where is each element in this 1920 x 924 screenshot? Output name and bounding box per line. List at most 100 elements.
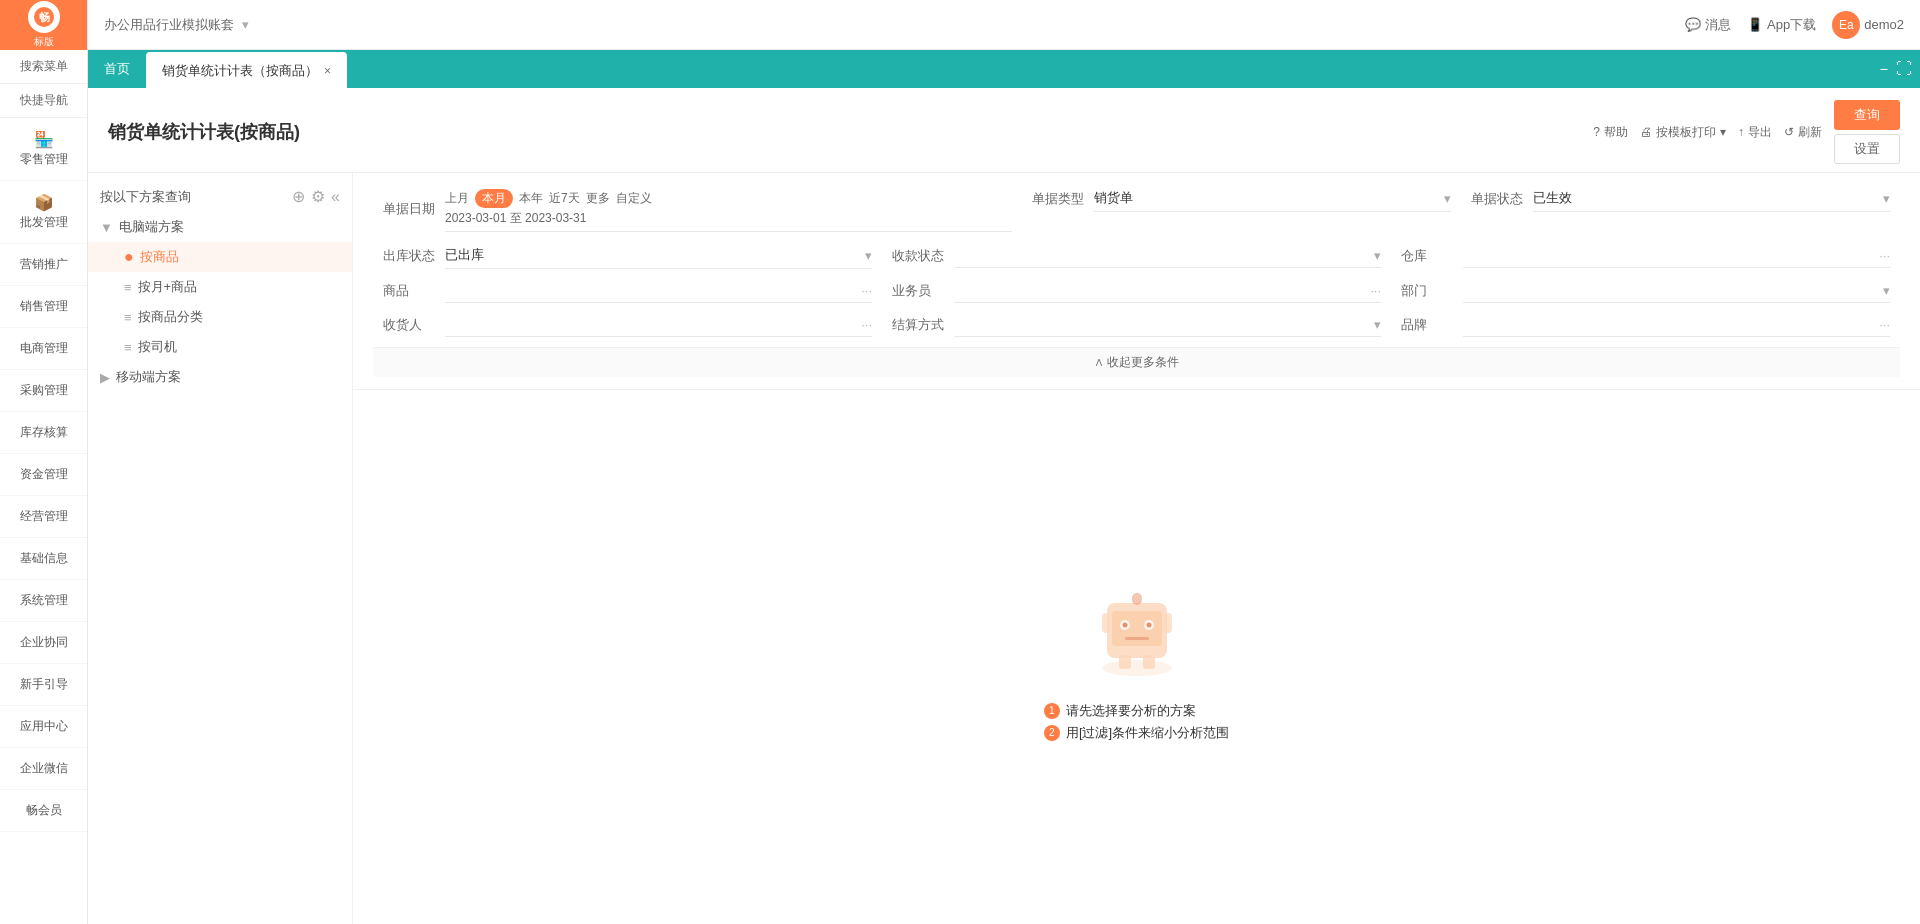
- query-button[interactable]: 查询: [1834, 100, 1900, 130]
- tab-bar-actions: － ⛶: [1876, 59, 1920, 80]
- nav-newbie-label: 新手引导: [4, 676, 83, 693]
- nav-marketing-label: 营销推广: [4, 256, 83, 273]
- date-option-more[interactable]: 更多: [586, 190, 610, 207]
- salesman-value[interactable]: ···: [954, 279, 1381, 303]
- tree-item-by-driver[interactable]: ≡ 按司机: [88, 332, 352, 362]
- tab-close-icon[interactable]: ×: [324, 64, 331, 78]
- settlement-chevron[interactable]: ▾: [1374, 317, 1381, 332]
- tree-mobile-group[interactable]: ▶ 移动端方案: [88, 362, 352, 392]
- dept-chevron[interactable]: ▾: [1883, 283, 1890, 298]
- nav-purchase-label: 采购管理: [4, 382, 83, 399]
- refresh-btn[interactable]: ↺ 刷新: [1784, 124, 1822, 141]
- nav-enterprise[interactable]: 企业协同: [0, 622, 87, 664]
- salesman-dots[interactable]: ···: [1370, 283, 1381, 298]
- nav-finance[interactable]: 资金管理: [0, 454, 87, 496]
- date-option-custom[interactable]: 自定义: [616, 190, 652, 207]
- tab-active[interactable]: 销货单统计计表（按商品） ×: [146, 52, 347, 90]
- tree-item-by-goods[interactable]: ● 按商品: [88, 242, 352, 272]
- goods-value[interactable]: ···: [445, 279, 872, 303]
- nav-retail[interactable]: 🏪 零售管理: [0, 118, 87, 181]
- date-option-7days[interactable]: 近7天: [549, 190, 580, 207]
- date-option-this-year[interactable]: 本年: [519, 190, 543, 207]
- top-header: 办公用品行业模拟账套 ▾ 💬 消息 📱 App下载 Ea demo2: [88, 0, 1920, 50]
- print-dropdown-icon[interactable]: ▾: [1720, 125, 1726, 139]
- nav-apps[interactable]: 应用中心: [0, 706, 87, 748]
- app-download-label: App下载: [1767, 16, 1816, 34]
- type-value[interactable]: 销货单 ▾: [1094, 185, 1451, 212]
- tree-category-icon: ≡: [124, 310, 132, 325]
- tree-pc-label: 电脑端方案: [119, 218, 184, 236]
- svg-point-8: [1146, 622, 1151, 627]
- print-btn[interactable]: 🖨 按模板打印 ▾: [1640, 124, 1726, 141]
- goods-dots[interactable]: ···: [861, 283, 872, 298]
- collapse-icon[interactable]: «: [331, 188, 340, 206]
- app-download-btn[interactable]: 📱 App下载: [1747, 16, 1816, 34]
- export-label: 导出: [1748, 124, 1772, 141]
- tree-pc-group[interactable]: ▼ 电脑端方案: [88, 212, 352, 242]
- svg-point-7: [1122, 622, 1127, 627]
- status-value[interactable]: 已生效 ▾: [1533, 185, 1890, 212]
- warehouse-value[interactable]: ···: [1463, 244, 1890, 268]
- help-btn[interactable]: ? 帮助: [1593, 124, 1628, 141]
- date-value: 上月 本月 本年 近7天 更多 自定义 2023-03-01 至 2023-03…: [445, 185, 1012, 232]
- receiver-value[interactable]: ···: [445, 313, 872, 337]
- help-label: 帮助: [1604, 124, 1628, 141]
- nav-member[interactable]: 畅会员: [0, 790, 87, 832]
- empty-tip-2: 2 用[过滤]条件来缩小分析范围: [1044, 724, 1229, 742]
- add-icon[interactable]: ⊕: [292, 187, 305, 206]
- refresh-icon: ↺: [1784, 125, 1794, 139]
- search-menu[interactable]: 搜索菜单: [0, 50, 87, 84]
- tree-item-by-month-goods[interactable]: ≡ 按月+商品: [88, 272, 352, 302]
- brand-value[interactable]: ···: [1463, 313, 1890, 337]
- tip-num-1: 1: [1044, 703, 1060, 719]
- date-option-this-month[interactable]: 本月: [475, 189, 513, 208]
- salesman-label: 业务员: [892, 282, 946, 300]
- export-btn[interactable]: ↑ 导出: [1738, 124, 1772, 141]
- message-btn[interactable]: 💬 消息: [1685, 16, 1731, 34]
- collapse-bar[interactable]: ∧ 收起更多条件: [373, 347, 1900, 377]
- receipt-status-chevron[interactable]: ▾: [1374, 248, 1381, 263]
- brand-dots[interactable]: ···: [1879, 317, 1890, 332]
- nav-stock[interactable]: 库存核算: [0, 412, 87, 454]
- settlement-filter: 结算方式 ▾: [882, 313, 1391, 337]
- tree-driver-icon: ≡: [124, 340, 132, 355]
- nav-newbie[interactable]: 新手引导: [0, 664, 87, 706]
- salesman-filter: 业务员 ···: [882, 279, 1391, 303]
- tree-item-by-category[interactable]: ≡ 按商品分类: [88, 302, 352, 332]
- dropdown-icon[interactable]: ▾: [242, 17, 249, 32]
- nav-wholesale[interactable]: 📦 批发管理: [0, 181, 87, 244]
- dept-value[interactable]: ▾: [1463, 279, 1890, 303]
- empty-svg: [1077, 573, 1197, 683]
- user-profile[interactable]: Ea demo2: [1832, 11, 1904, 39]
- tab-maximize-icon[interactable]: ⛶: [1896, 60, 1912, 78]
- status-chevron[interactable]: ▾: [1883, 191, 1890, 206]
- nav-sales-label: 销售管理: [4, 298, 83, 315]
- svg-rect-9: [1125, 637, 1149, 640]
- nav-sales[interactable]: 销售管理: [0, 286, 87, 328]
- out-status-value[interactable]: 已出库 ▾: [445, 242, 872, 269]
- receiver-dots[interactable]: ···: [861, 317, 872, 332]
- nav-operation[interactable]: 经营管理: [0, 496, 87, 538]
- nav-marketing[interactable]: 营销推广: [0, 244, 87, 286]
- out-status-text: 已出库: [445, 246, 484, 264]
- out-status-chevron[interactable]: ▾: [865, 248, 872, 263]
- tree-item-category-label: 按商品分类: [138, 308, 203, 326]
- warehouse-dots[interactable]: ···: [1879, 248, 1890, 263]
- nav-purchase[interactable]: 采购管理: [0, 370, 87, 412]
- settings-icon[interactable]: ⚙: [311, 187, 325, 206]
- settlement-value[interactable]: ▾: [954, 313, 1381, 337]
- nav-wechat[interactable]: 企业微信: [0, 748, 87, 790]
- tab-home[interactable]: 首页: [88, 50, 146, 88]
- nav-system[interactable]: 系统管理: [0, 580, 87, 622]
- help-icon: ?: [1593, 125, 1600, 139]
- quick-nav[interactable]: 快捷导航: [0, 84, 87, 118]
- nav-wholesale-label: 批发管理: [4, 214, 83, 231]
- settings-button[interactable]: 设置: [1834, 134, 1900, 164]
- nav-wechat-label: 企业微信: [4, 760, 83, 777]
- type-chevron[interactable]: ▾: [1444, 191, 1451, 206]
- date-option-last-month[interactable]: 上月: [445, 190, 469, 207]
- nav-ecommerce[interactable]: 电商管理: [0, 328, 87, 370]
- tab-minimize-icon[interactable]: －: [1876, 59, 1892, 80]
- receipt-status-value[interactable]: ▾: [954, 244, 1381, 268]
- nav-basic[interactable]: 基础信息: [0, 538, 87, 580]
